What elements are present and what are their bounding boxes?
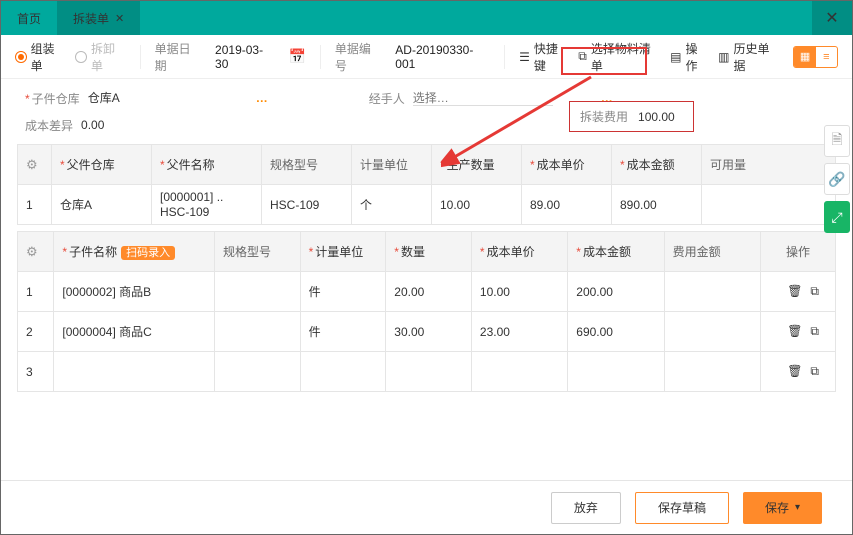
ops-link[interactable]: ▤操作 xyxy=(670,40,708,74)
table-row[interactable]: 3 🗑⧉ xyxy=(18,352,836,392)
date-label: 单据日期 xyxy=(155,40,201,74)
rail-expand-icon[interactable]: ⤢ xyxy=(824,201,850,233)
fee-box[interactable]: 拆装费用 100.00 xyxy=(569,101,694,132)
parent-table-header: ⚙ *父件仓库 *父件名称 规格型号 计量单位 *生产数量 *成本单价 *成本金… xyxy=(18,145,836,185)
lookup-icon[interactable]: … xyxy=(256,91,269,105)
scan-badge[interactable]: 扫码录入 xyxy=(121,246,175,260)
radio-assemble[interactable]: 组装单 xyxy=(15,40,65,74)
bom-icon: ⧉ xyxy=(578,49,587,64)
child-table-header: ⚙ *子件名称扫码录入 规格型号 *计量单位 *数量 *成本单价 *成本金额 费… xyxy=(18,232,836,272)
tab-document[interactable]: 拆装单✕ xyxy=(57,1,140,35)
shortcut-link[interactable]: ☰快捷键 xyxy=(519,40,568,74)
save-button[interactable]: 保存▾ xyxy=(743,492,822,524)
rail-link-icon[interactable]: 🔗 xyxy=(824,163,850,195)
parent-table: ⚙ *父件仓库 *父件名称 规格型号 计量单位 *生产数量 *成本单价 *成本金… xyxy=(1,144,852,225)
delete-icon[interactable]: 🗑 xyxy=(787,324,810,338)
child-table: ⚙ *子件名称扫码录入 规格型号 *计量单位 *数量 *成本单价 *成本金额 费… xyxy=(1,231,852,392)
table-row[interactable]: 2 [0000004] 商品C 件 30.00 23.00 690.00 🗑⧉ xyxy=(18,312,836,352)
history-icon: ▥ xyxy=(718,50,729,64)
docno-value: AD-20190330-001 xyxy=(395,43,490,71)
save-draft-button[interactable]: 保存草稿 xyxy=(635,492,729,524)
right-rail: 🗎 🔗 ⤢ xyxy=(822,35,852,534)
calendar-icon[interactable]: 📅 xyxy=(288,48,305,65)
shortcut-icon: ☰ xyxy=(519,50,530,64)
bottom-bar: 放弃 保存草稿 保存▾ xyxy=(1,480,852,534)
field-child-warehouse[interactable]: *子件仓库 仓库A … xyxy=(25,89,269,107)
tab-home[interactable]: 首页 xyxy=(1,1,57,35)
discard-button[interactable]: 放弃 xyxy=(551,492,621,524)
close-icon[interactable]: ✕ xyxy=(115,12,124,25)
gear-icon[interactable]: ⚙ xyxy=(18,145,52,185)
docno-label: 单据编号 xyxy=(335,40,381,74)
date-value[interactable]: 2019-03-30 xyxy=(215,43,274,71)
history-link[interactable]: ▥历史单据 xyxy=(718,40,779,74)
delete-icon[interactable]: 🗑 xyxy=(787,284,810,298)
ops-icon: ▤ xyxy=(670,50,681,64)
window-close-button[interactable]: ✕ xyxy=(812,1,852,35)
pick-bom-link[interactable]: ⧉选择物料清单 xyxy=(578,40,660,74)
table-row[interactable]: 1 仓库A [0000001] .. HSC-109 HSC-109 个 10.… xyxy=(18,185,836,225)
fee-value: 100.00 xyxy=(638,110,675,124)
table-row[interactable]: 1 [0000002] 商品B 件 20.00 10.00 200.00 🗑⧉ xyxy=(18,272,836,312)
chevron-down-icon: ▾ xyxy=(795,502,800,513)
rail-doc-icon[interactable]: 🗎 xyxy=(824,125,850,157)
handler-input[interactable] xyxy=(413,91,553,106)
radio-disassemble[interactable]: 拆卸单 xyxy=(75,40,125,74)
toolbar: 组装单 拆卸单 单据日期 2019-03-30 📅 单据编号 AD-201903… xyxy=(1,35,852,79)
form-row-2: 成本差异 0.00 xyxy=(1,117,852,144)
delete-icon[interactable]: 🗑 xyxy=(787,364,810,378)
gear-icon[interactable]: ⚙ xyxy=(18,232,54,272)
form-row-1: *子件仓库 仓库A … 经手人 … xyxy=(1,79,852,117)
view-grid-icon[interactable]: ▦ xyxy=(794,47,815,67)
title-bar: 首页 拆装单✕ ✕ xyxy=(1,1,852,35)
field-cost-diff: 成本差异 0.00 xyxy=(25,117,201,134)
